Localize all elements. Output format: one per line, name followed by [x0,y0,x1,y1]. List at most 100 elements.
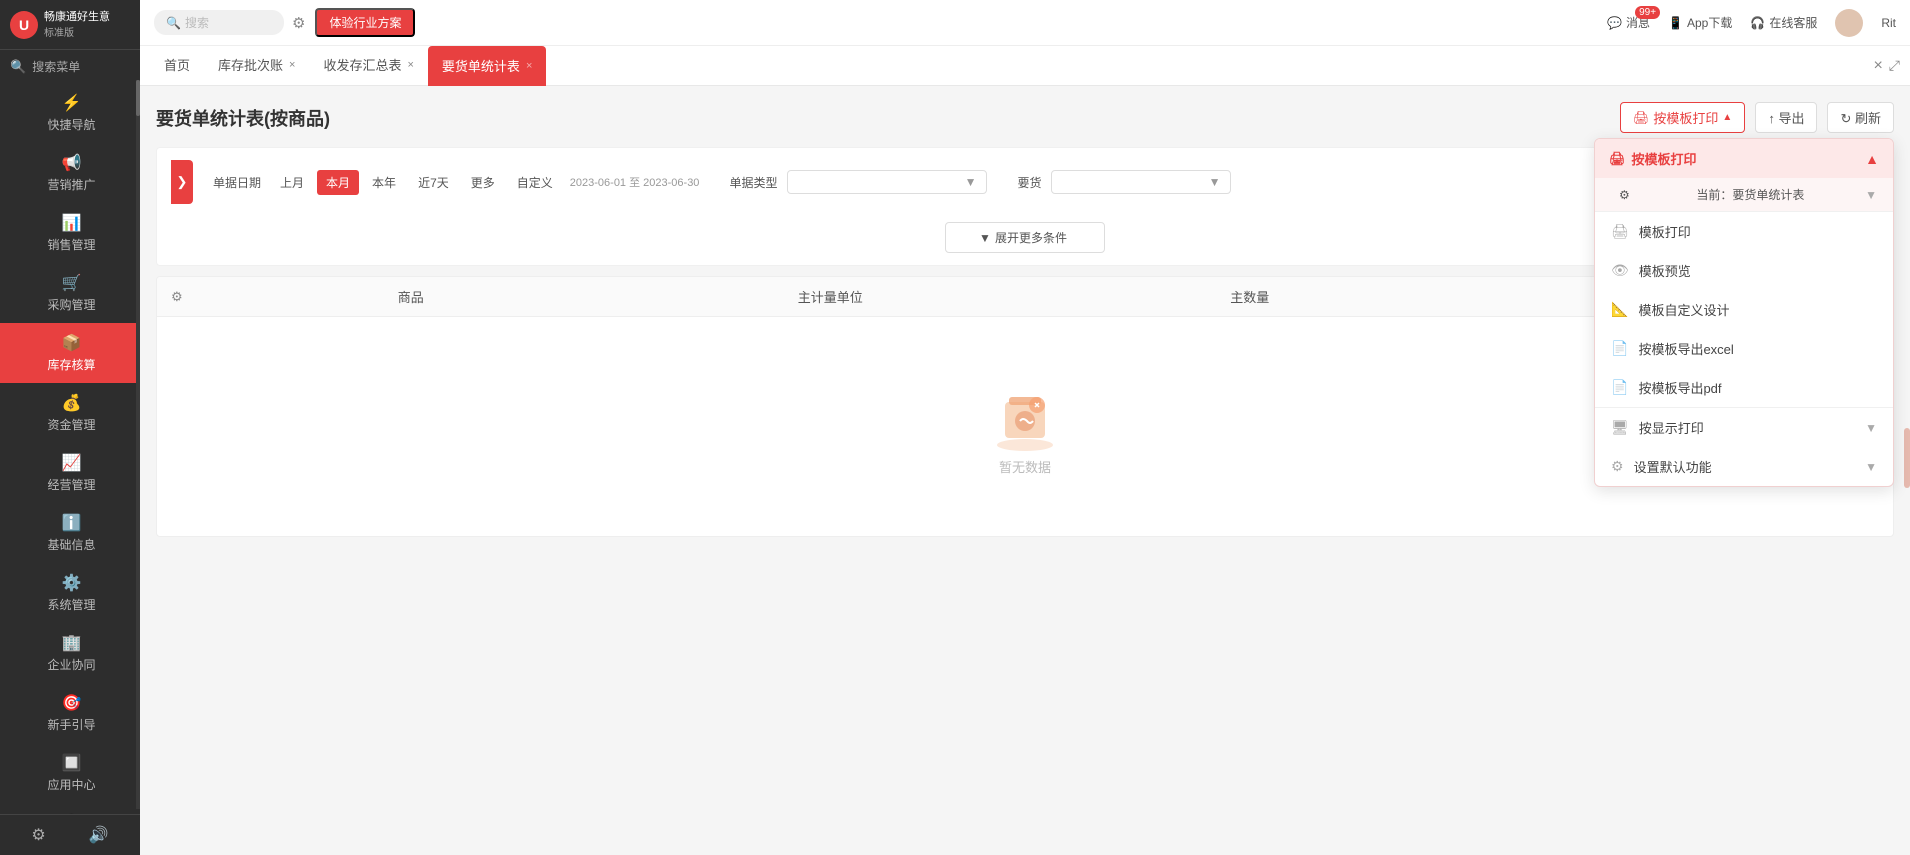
sidebar-item-newbie[interactable]: 🎯 新手引导 [0,683,140,743]
search-icon: 🔍 [10,59,26,75]
dropdown-title: 按模板打印 [1632,149,1697,168]
page-content: 要货单统计表(按商品) 🖨 按模板打印 ▲ ↑ 导出 ↻ 刷新 [140,86,1910,855]
topbar-search[interactable]: 🔍 搜索 [154,10,284,35]
dropdown-current-item[interactable]: ⚙ 当前：要货单统计表 ▼ [1595,178,1893,211]
refresh-button[interactable]: ↻ 刷新 [1827,102,1894,133]
dropdown-header-left: 🖨 按模板打印 [1609,149,1697,168]
col-settings-icon[interactable]: ⚙ [171,289,201,305]
tab-inventory-batch[interactable]: 库存批次账 × [204,46,309,86]
tab-receivable-summary-close[interactable]: × [407,59,413,71]
print-button[interactable]: 🖨 按模板打印 ▲ [1620,102,1745,133]
dropdown-current-label: 当前：要货单统计表 [1696,186,1804,203]
dropdown-header: 🖨 按模板打印 ▲ [1595,139,1893,178]
sidebar-item-basic[interactable]: ℹ️ 基础信息 [0,503,140,563]
tab-order-stats[interactable]: 要货单统计表 × [428,46,546,86]
sidebar-item-appstore[interactable]: 🔲 应用中心 [0,743,140,803]
sidebar-item-finance[interactable]: 💰 资金管理 [0,383,140,443]
main-area: 🔍 搜索 ⚙ 体验行业方案 💬 消息 99+ 📱 App下载 🎧 在线客服 Ri… [140,0,1910,855]
filter-dates: 上月 本月 本年 近7天 更多 自定义 2023-06-01 至 2023-06… [271,170,699,195]
sound-icon[interactable]: 🔊 [89,825,109,845]
dropdown-item-default-function[interactable]: ⚙ 设置默认功能 ▼ [1595,447,1893,486]
topbar-settings-icon[interactable]: ⚙ [292,14,305,32]
message-icon: 💬 [1607,16,1622,30]
experience-button[interactable]: 体验行业方案 [315,8,415,37]
date-btn-more[interactable]: 更多 [462,170,504,195]
tab-order-stats-close[interactable]: × [526,60,532,72]
goods-select[interactable]: ▼ [1051,170,1231,194]
tabbar: 首页 库存批次账 × 收发存汇总表 × 要货单统计表 × × ⤢ [140,46,1910,86]
default-function-arrow: ▼ [1865,460,1877,474]
online-service-button[interactable]: 🎧 在线客服 [1750,14,1817,31]
tab-receivable-summary-label: 收发存汇总表 [323,55,401,74]
sidebar-search[interactable]: 🔍 搜索菜单 [0,50,140,83]
dropdown-close-icon[interactable]: ▲ [1865,151,1879,167]
finance-icon: 💰 [62,393,82,413]
date-btn-this-month[interactable]: 本月 [317,170,359,195]
sidebar-search-label: 搜索菜单 [32,58,80,75]
export-excel-icon: 📄 [1611,340,1628,357]
sidebar-item-system[interactable]: ⚙️ 系统管理 [0,563,140,623]
dropdown-item-template-print[interactable]: 🖨 模板打印 [1595,212,1893,251]
date-btn-this-year[interactable]: 本年 [363,170,405,195]
system-icon: ⚙️ [62,573,82,593]
scrollbar-thumb[interactable] [1904,428,1910,488]
sidebar-item-operations[interactable]: 📈 经营管理 [0,443,140,503]
dropdown-gear-icon: ⚙ [1619,188,1630,202]
topbar: 🔍 搜索 ⚙ 体验行业方案 💬 消息 99+ 📱 App下载 🎧 在线客服 Ri… [140,0,1910,46]
dropdown-item-template-design[interactable]: 📐 模板自定义设计 [1595,290,1893,329]
tab-inventory-batch-close[interactable]: × [289,59,295,71]
settings-icon[interactable]: ⚙ [31,825,45,845]
operations-icon: 📈 [62,453,82,473]
sidebar-item-enterprise[interactable]: 🏢 企业协同 [0,623,140,683]
sidebar-item-label: 基础信息 [47,536,95,553]
sidebar-item-quick-nav[interactable]: ⚡ 快捷导航 [0,83,140,143]
print-icon: 🖨 [1633,110,1650,126]
default-function-icon: ⚙ [1611,458,1624,475]
tab-home-label: 首页 [164,55,190,74]
print-dropdown-panel: 🖨 按模板打印 ▲ ⚙ 当前：要货单统计表 ▼ 🖨 模板打印 [1594,138,1894,487]
tab-inventory-batch-label: 库存批次账 [218,55,283,74]
date-btn-custom[interactable]: 自定义 [508,170,562,195]
filter-expand-arrow[interactable]: ❯ [171,160,193,204]
sidebar-item-purchase[interactable]: 🛒 采购管理 [0,263,140,323]
app-download-button[interactable]: 📱 App下载 [1668,14,1732,31]
filter-expand-button[interactable]: ▼ 展开更多条件 [945,222,1105,253]
template-preview-label: 模板预览 [1639,261,1691,280]
empty-illustration [985,377,1065,457]
export-pdf-label: 按模板导出pdf [1638,378,1721,397]
sidebar-item-marketing[interactable]: 📢 营销推广 [0,143,140,203]
dropdown-item-template-preview[interactable]: 👁 模板预览 [1595,251,1893,290]
tab-home[interactable]: 首页 [150,46,204,86]
refresh-icon: ↻ [1840,111,1851,126]
message-button[interactable]: 💬 消息 99+ [1607,14,1650,31]
display-print-icon: 🖥 [1611,419,1629,436]
template-design-icon: 📐 [1611,301,1628,318]
newbie-icon: 🎯 [62,693,82,713]
window-maximize-button[interactable]: ⤢ [1889,57,1900,74]
tab-receivable-summary[interactable]: 收发存汇总表 × [309,46,427,86]
export-button[interactable]: ↑ 导出 [1755,102,1817,133]
date-btn-last-month[interactable]: 上月 [271,170,313,195]
avatar[interactable] [1835,9,1863,37]
goods-filter-label: 要货 [1017,174,1041,191]
template-print-icon: 🖨 [1611,223,1629,240]
sidebar-item-inventory[interactable]: 📦 库存核算 [0,323,140,383]
sales-icon: 📊 [62,213,82,233]
date-filter-label: 单据日期 [213,174,261,191]
date-btn-last-7-days[interactable]: 近7天 [409,170,458,195]
window-close-button[interactable]: × [1873,57,1882,75]
sidebar-item-wechat[interactable]: 💬 企业微信 [0,803,140,814]
expand-label: 展开更多条件 [995,229,1067,246]
type-filter-label: 单据类型 [729,174,777,191]
default-function-left: ⚙ 设置默认功能 [1611,457,1712,476]
sidebar-item-label: 系统管理 [47,596,95,613]
dropdown-item-export-excel[interactable]: 📄 按模板导出excel [1595,329,1893,368]
dropdown-item-display-print[interactable]: 🖥 按显示打印 ▼ [1595,408,1893,447]
empty-text: 暂无数据 [999,457,1051,476]
dropdown-item-export-pdf[interactable]: 📄 按模板导出pdf [1595,368,1893,407]
page-title: 要货单统计表(按商品) [156,105,330,131]
col-unit: 主计量单位 [621,287,1041,306]
sidebar-item-sales[interactable]: 📊 销售管理 [0,203,140,263]
marketing-icon: 📢 [62,153,82,173]
type-select[interactable]: ▼ [787,170,987,194]
